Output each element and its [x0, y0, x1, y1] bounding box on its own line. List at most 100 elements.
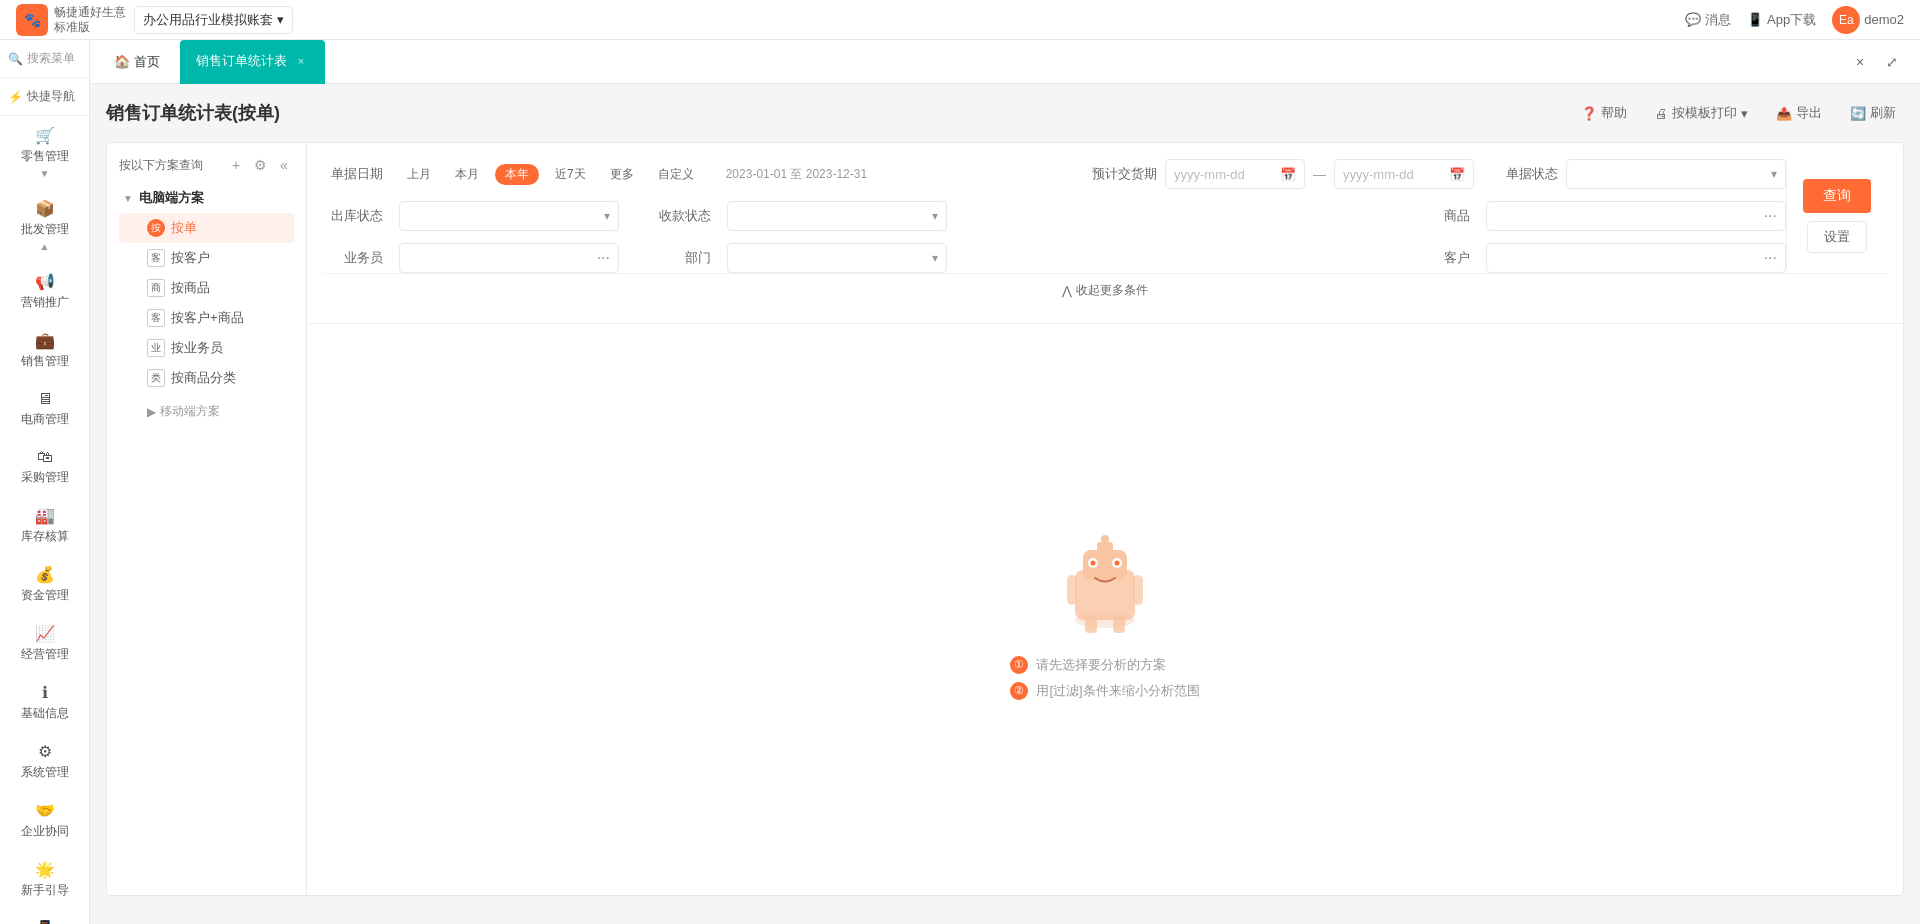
category-icon: 类 [147, 369, 165, 387]
sidebar-item-basic[interactable]: ℹ 基础信息 [0, 673, 89, 732]
hint-2-num: ② [1010, 682, 1028, 700]
goods-input[interactable]: ··· [1486, 201, 1786, 231]
customer-icon: 客 [147, 249, 165, 267]
collapse-filters-button[interactable]: ⋀ 收起更多条件 [323, 273, 1887, 307]
chevron-up-icon: ▲ [40, 241, 50, 252]
sidebar-quick-nav[interactable]: ⚡ 快捷导航 [0, 78, 89, 116]
sidebar-item-wholesale[interactable]: 📦 批发管理 ▲ [0, 189, 89, 262]
inventory-icon: 🏭 [35, 506, 55, 525]
svg-rect-11 [1085, 615, 1097, 633]
sidebar-item-ecommerce[interactable]: 🖥 电商管理 [0, 380, 89, 438]
user-menu[interactable]: Ea demo2 [1832, 6, 1904, 34]
chevron-down-icon: ▾ [1771, 167, 1777, 181]
sidebar-item-finance[interactable]: 💰 资金管理 [0, 555, 89, 614]
collapse-icon: ⋀ [1062, 284, 1072, 298]
plus-icon: + [232, 157, 240, 173]
svg-rect-9 [1067, 575, 1077, 605]
salesperson-input[interactable]: ··· [399, 243, 619, 273]
pc-group-header[interactable]: ▼ 电脑端方案 [119, 183, 294, 213]
solution-item-customer-goods[interactable]: 客 按客户+商品 [119, 303, 294, 333]
export-button[interactable]: 📤 导出 [1768, 100, 1830, 126]
add-solution-button[interactable]: + [226, 155, 246, 175]
sidebar-item-sales[interactable]: 💼 销售管理 [0, 321, 89, 380]
sidebar-item-ops[interactable]: 📈 经营管理 [0, 614, 89, 673]
payment-status-select[interactable]: ▾ [727, 201, 947, 231]
message-icon: 💬 [1685, 12, 1701, 27]
date-btn-this-year[interactable]: 本年 [495, 164, 539, 185]
svg-rect-7 [1097, 542, 1113, 552]
expected-date-end[interactable]: yyyy-mm-dd 📅 [1334, 159, 1474, 189]
gear-icon: ⚙ [254, 157, 267, 173]
tab-sales-order-stats[interactable]: 销售订单统计表 × [180, 40, 325, 84]
message-button[interactable]: 💬 消息 [1685, 11, 1731, 29]
date-btn-last-month[interactable]: 上月 [399, 164, 439, 185]
empty-hints: ① 请先选择要分析的方案 ② 用[过滤]条件来缩小分析范围 [1010, 656, 1199, 700]
tab-home[interactable]: 🏠 首页 [98, 40, 176, 84]
ecommerce-icon: 🖥 [37, 390, 53, 408]
query-button[interactable]: 查询 [1803, 179, 1871, 213]
home-icon: 🏠 [114, 54, 130, 69]
sidebar-item-system[interactable]: ⚙ 系统管理 [0, 732, 89, 791]
maximize-window-button[interactable]: ⤢ [1880, 50, 1904, 74]
collapse-panel-button[interactable]: « [274, 155, 294, 175]
sidebar-item-apps[interactable]: 📱 应用中心 [0, 909, 89, 924]
chevron-down-icon: ▾ [604, 209, 610, 223]
solution-item-salesperson[interactable]: 业 按业务员 [119, 333, 294, 363]
sidebar-item-marketing[interactable]: 📢 营销推广 [0, 262, 89, 321]
refresh-button[interactable]: 🔄 刷新 [1842, 100, 1904, 126]
maximize-icon: ⤢ [1886, 54, 1898, 70]
sidebar-item-retail[interactable]: 🛒 零售管理 ▼ [0, 116, 89, 189]
solution-item-category[interactable]: 类 按商品分类 [119, 363, 294, 393]
date-btn-more[interactable]: 更多 [602, 164, 642, 185]
app-selector[interactable]: 办公用品行业模拟账套 ▾ [134, 6, 293, 34]
sidebar-item-inventory[interactable]: 🏭 库存核算 [0, 496, 89, 555]
sales-icon: 💼 [35, 331, 55, 350]
sidebar: 🔍 搜索菜单 ⚡ 快捷导航 🛒 零售管理 ▼ 📦 批发管理 ▲ 📢 营销推广 💼… [0, 40, 90, 924]
help-button[interactable]: ❓ 帮助 [1573, 100, 1635, 126]
chevron-down-icon: ▾ [1741, 106, 1748, 121]
expected-date-start[interactable]: yyyy-mm-dd 📅 [1165, 159, 1305, 189]
sidebar-search[interactable]: 🔍 搜索菜单 [0, 40, 89, 78]
customer-input[interactable]: ··· [1486, 243, 1786, 273]
solution-item-order[interactable]: 按 按单 [119, 213, 294, 243]
page-actions: ❓ 帮助 🖨 按模板打印 ▾ 📤 导出 🔄 刷新 [1573, 100, 1904, 126]
tab-bar: 🏠 首页 销售订单统计表 × × ⤢ [90, 40, 1920, 84]
date-btn-this-month[interactable]: 本月 [447, 164, 487, 185]
logo-text: 畅捷通好生意 标准版 [54, 5, 126, 34]
topbar-left: 🐾 畅捷通好生意 标准版 办公用品行业模拟账套 ▾ [16, 4, 293, 36]
bill-status-select[interactable]: ▾ [1566, 159, 1786, 189]
mobile-solution-group: ▶ 移动端方案 [127, 397, 294, 426]
department-select[interactable]: ▾ [727, 243, 947, 273]
panel-header: 按以下方案查询 + ⚙ « [119, 155, 294, 175]
newbie-icon: 🌟 [35, 860, 55, 879]
date-btn-custom[interactable]: 自定义 [650, 164, 702, 185]
sidebar-item-cooperation[interactable]: 🤝 企业协同 [0, 791, 89, 850]
settings-button[interactable]: 设置 [1807, 221, 1867, 253]
calendar-icon: 📅 [1280, 167, 1296, 182]
download-icon: 📱 [1747, 12, 1763, 27]
settings-solution-button[interactable]: ⚙ [250, 155, 270, 175]
out-status-select[interactable]: ▾ [399, 201, 619, 231]
page-title: 销售订单统计表(按单) [106, 101, 280, 125]
search-icon: 🔍 [8, 52, 23, 66]
tab-close-icon[interactable]: × [293, 53, 309, 69]
solution-item-goods[interactable]: 商 按商品 [119, 273, 294, 303]
template-print-button[interactable]: 🖨 按模板打印 ▾ [1647, 100, 1756, 126]
collapse-icon: « [280, 157, 288, 173]
empty-illustration [1045, 520, 1165, 640]
filter-row-2: 出库状态 ▾ 收款状态 ▾ [323, 201, 1786, 231]
sidebar-item-newbie[interactable]: 🌟 新手引导 [0, 850, 89, 909]
svg-rect-12 [1113, 615, 1125, 633]
svg-point-8 [1101, 535, 1109, 543]
sidebar-item-purchase[interactable]: 🛍 采购管理 [0, 438, 89, 496]
close-window-button[interactable]: × [1848, 50, 1872, 74]
chevron-down-icon: ▼ [40, 168, 50, 179]
solution-item-customer[interactable]: 客 按客户 [119, 243, 294, 273]
goods-select-icon: ··· [1764, 207, 1777, 225]
retail-icon: 🛒 [35, 126, 55, 145]
filter-row-1: 单据日期 上月 本月 本年 近7天 更多 自定义 [323, 159, 1786, 189]
date-btn-7days[interactable]: 近7天 [547, 164, 594, 185]
purchase-icon: 🛍 [37, 448, 53, 466]
mobile-group-header[interactable]: ▶ 移动端方案 [127, 397, 294, 426]
app-download-button[interactable]: 📱 App下载 [1747, 11, 1816, 29]
